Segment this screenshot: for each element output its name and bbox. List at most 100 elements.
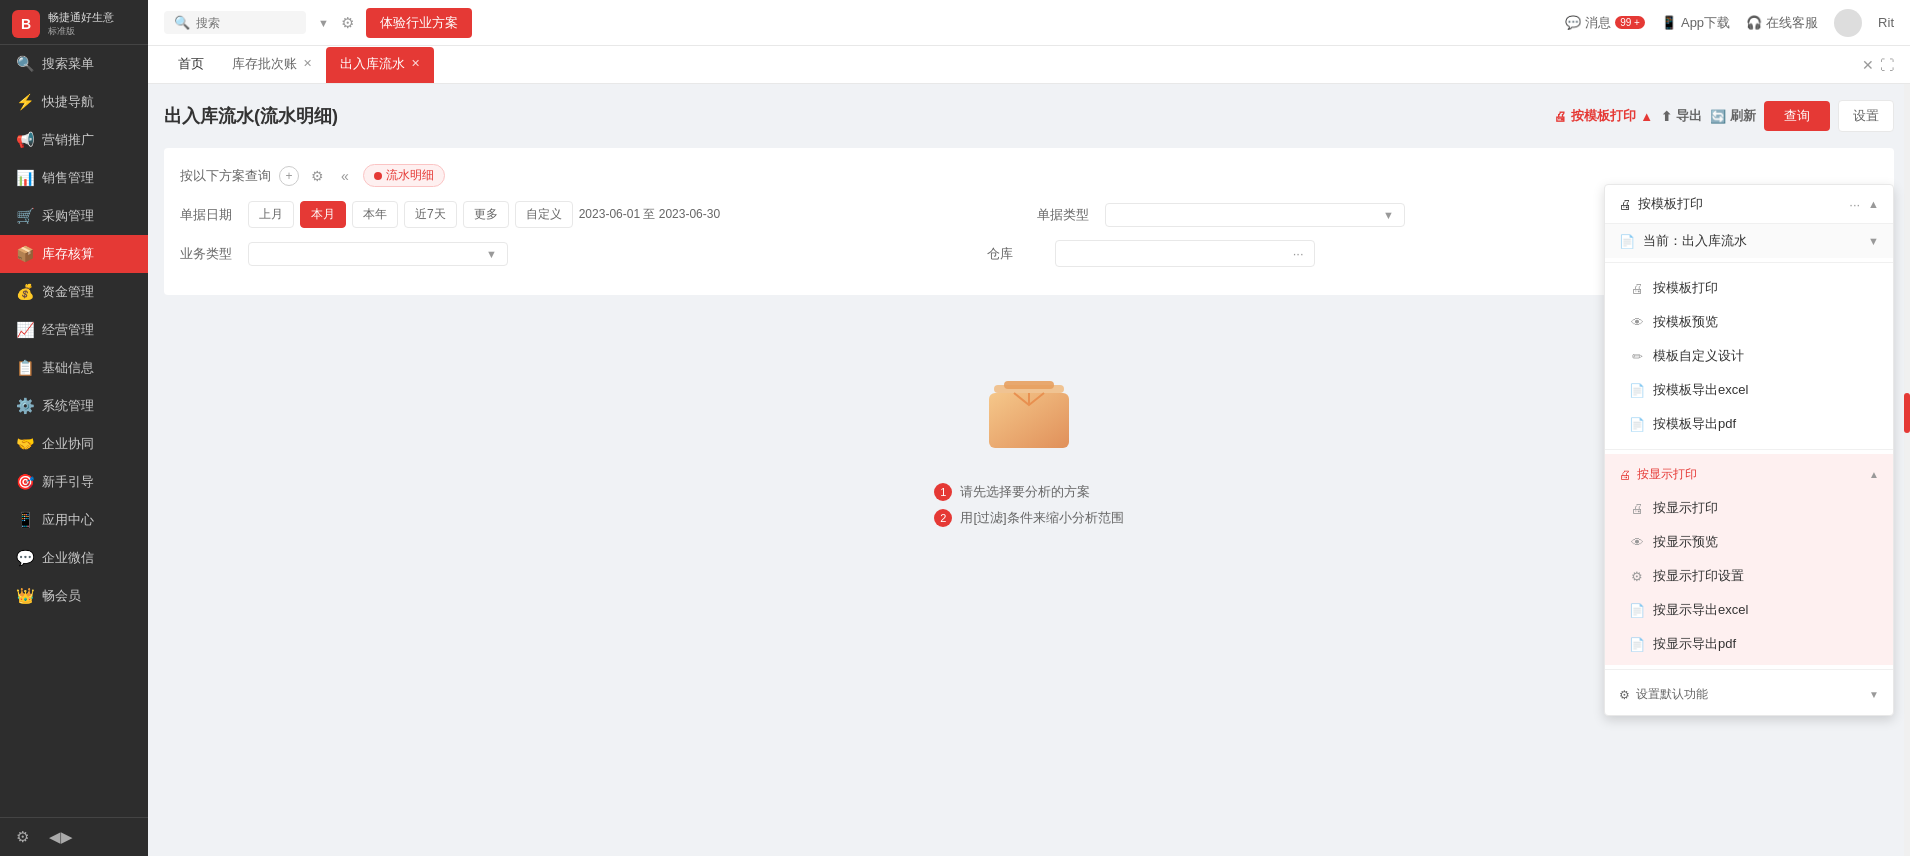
date-btn-last-month[interactable]: 上月 [248,201,294,228]
wechat-icon: 💬 [16,549,34,567]
tab-batch[interactable]: 库存批次账 ✕ [218,47,326,83]
search-icon: 🔍 [174,15,190,30]
template-export-pdf-item[interactable]: 📄 按模板导出pdf [1605,407,1893,441]
template-preview-item[interactable]: 👁 按模板预览 [1605,305,1893,339]
display-preview-item[interactable]: 👁 按显示预览 [1605,525,1893,559]
sidebar-item-member[interactable]: 👑畅会员 [0,577,148,615]
print-icon: 🖨 [1554,109,1567,124]
topbar-search-box[interactable]: 🔍 [164,11,306,34]
default-settings-header[interactable]: ⚙ 设置默认功能 ▼ [1605,678,1893,711]
industry-solution-button[interactable]: 体验行业方案 [366,8,472,38]
sidebar-item-basic-info[interactable]: 📋基础信息 [0,349,148,387]
sidebar: B 畅捷通好生意 标准版 🔍搜索菜单⚡快捷导航📢营销推广📊销售管理🛒采购管理📦库… [0,0,148,856]
empty-illustration [979,367,1079,467]
add-condition-button[interactable]: + [279,166,299,186]
operations-icon: 📈 [16,321,34,339]
scrollbar-thumb [1904,393,1910,433]
template-custom-item[interactable]: ✏ 模板自定义设计 [1605,339,1893,373]
sidebar-item-inventory[interactable]: 📦库存核算 [0,235,148,273]
warehouse-select[interactable]: ··· [1055,240,1315,267]
sales-icon: 📊 [16,169,34,187]
message-badge: 99 + [1615,16,1645,29]
search-input[interactable] [196,16,296,30]
online-service-button[interactable]: 🎧 在线客服 [1746,14,1818,32]
display-print-section: 🖨 按显示打印 ▲ 🖨 按显示打印 👁 按显示预览 ⚙ 按显示打印设置 [1605,454,1893,665]
sidebar-label-basic-info: 基础信息 [42,359,94,377]
user-name: Rit [1878,15,1894,30]
purchase-icon: 🛒 [16,207,34,225]
sidebar-item-search-menu[interactable]: 🔍搜索菜单 [0,45,148,83]
collapse-conditions-icon[interactable]: « [335,166,355,186]
current-template-arrow: ▼ [1868,235,1879,247]
type-select[interactable]: ▼ [1105,203,1405,227]
date-btn-7days[interactable]: 近7天 [404,201,457,228]
template-print-item[interactable]: 🖨 按模板打印 [1605,271,1893,305]
query-button[interactable]: 查询 [1764,101,1830,131]
flow-detail-tag[interactable]: 流水明细 [363,164,445,187]
scrollbar-vertical[interactable] [1904,84,1910,856]
date-btn-more[interactable]: 更多 [463,201,509,228]
sidebar-label-sales: 销售管理 [42,169,94,187]
cooperation-icon: 🤝 [16,435,34,453]
sidebar-label-wechat: 企业微信 [42,549,94,567]
tab-expand-icon[interactable]: ⛶ [1880,57,1894,73]
template-print-button[interactable]: 🖨 按模板打印 ▲ [1554,107,1653,125]
topbar-settings-icon[interactable]: ⚙ [341,14,354,32]
display-print-section-header[interactable]: 🖨 按显示打印 ▲ [1605,458,1893,491]
current-template-item[interactable]: 📄 当前：出入库流水 ▼ [1605,224,1893,258]
user-avatar[interactable] [1834,9,1862,37]
tab-batch-close[interactable]: ✕ [303,57,312,70]
condition-settings-icon[interactable]: ⚙ [307,166,327,186]
export-icon: ⬆ [1661,109,1672,124]
empty-hint-1: 1 请先选择要分析的方案 [934,483,1123,501]
sidebar-item-system[interactable]: ⚙️系统管理 [0,387,148,425]
display-preview-icon: 👁 [1629,534,1645,550]
business-select-arrow: ▼ [486,248,497,260]
sidebar-item-sales[interactable]: 📊 销售管理 [0,159,148,197]
sidebar-label-app-center: 应用中心 [42,511,94,529]
sidebar-item-quick-nav[interactable]: ⚡快捷导航 [0,83,148,121]
sidebar-item-guide[interactable]: 🎯新手引导 [0,463,148,501]
dropdown-more-icon[interactable]: ··· [1849,197,1860,212]
sidebar-item-marketing[interactable]: 📢营销推广 [0,121,148,159]
settings-button[interactable]: 设置 [1838,100,1894,132]
sidebar-item-purchase[interactable]: 🛒 采购管理 [0,197,148,235]
message-button[interactable]: 💬 消息 99 + [1565,14,1645,32]
sidebar-label-purchase: 采购管理 [42,207,94,225]
sidebar-item-finance[interactable]: 💰资金管理 [0,273,148,311]
display-print-settings-item[interactable]: ⚙ 按显示打印设置 [1605,559,1893,593]
sidebar-label-finance: 资金管理 [42,283,94,301]
business-type-select[interactable]: ▼ [248,242,508,266]
date-btn-custom[interactable]: 自定义 [515,201,573,228]
sidebar-item-app-center[interactable]: 📱应用中心 [0,501,148,539]
sidebar-label-inventory: 库存核算 [42,245,94,263]
business-type-label: 业务类型 [180,245,240,263]
toggle-sidebar-icon[interactable]: ◀▶ [49,828,73,846]
custom-item-icon: ✏ [1629,348,1645,364]
app-download-button[interactable]: 📱 App下载 [1661,14,1730,32]
tab-home[interactable]: 首页 [164,47,218,83]
settings-bottom-icon[interactable]: ⚙ [16,828,29,846]
tab-close-all-icon[interactable]: ✕ [1862,57,1874,73]
pdf-item-icon: 📄 [1629,416,1645,432]
dropdown-divider-3 [1605,669,1893,670]
refresh-button[interactable]: 🔄 刷新 [1710,107,1756,125]
tab-flow-close[interactable]: ✕ [411,57,420,70]
sidebar-item-wechat[interactable]: 💬 企业微信 [0,539,148,577]
topbar-dropdown-icon[interactable]: ▼ [318,17,329,29]
guide-icon: 🎯 [16,473,34,491]
system-icon: ⚙️ [16,397,34,415]
sidebar-item-operations[interactable]: 📈经营管理 [0,311,148,349]
tab-flow[interactable]: 出入库流水 ✕ [326,47,434,83]
dropdown-collapse-icon[interactable]: ▲ [1868,198,1879,210]
export-button[interactable]: ⬆ 导出 [1661,107,1702,125]
template-export-excel-item[interactable]: 📄 按模板导出excel [1605,373,1893,407]
sidebar-item-cooperation[interactable]: 🤝企业协同 [0,425,148,463]
display-export-pdf-item[interactable]: 📄 按显示导出pdf [1605,627,1893,661]
display-export-excel-item[interactable]: 📄 按显示导出excel [1605,593,1893,627]
date-label: 单据日期 [180,206,240,224]
display-print-item[interactable]: 🖨 按显示打印 [1605,491,1893,525]
display-section-arrow: ▲ [1869,469,1879,480]
date-btn-current-month[interactable]: 本月 [300,201,346,228]
date-btn-current-year[interactable]: 本年 [352,201,398,228]
